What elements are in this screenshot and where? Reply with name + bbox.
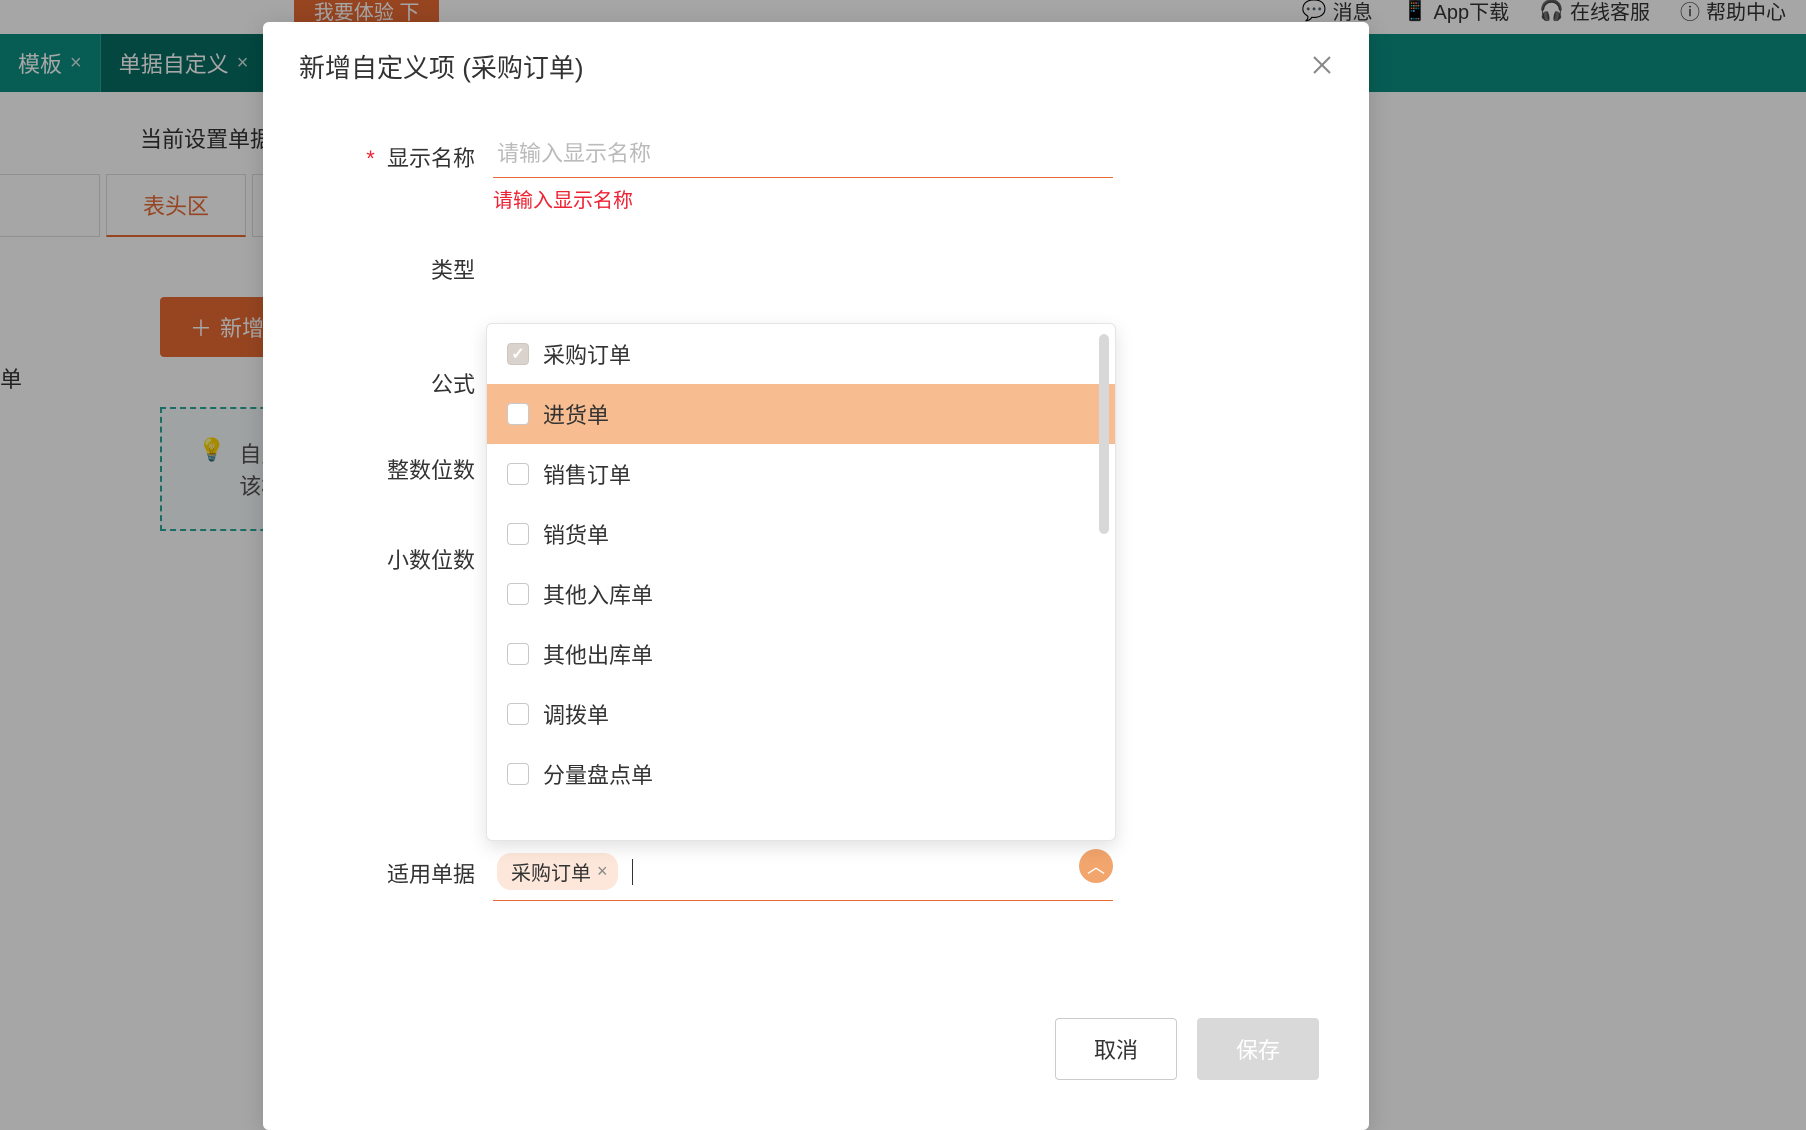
label-type: 类型 [323,243,493,285]
dropdown-option-purchase-order[interactable]: 采购订单 [487,324,1115,384]
label-formula: 公式 [323,357,493,399]
modal-title: 新增自定义项 (采购订单) [299,48,584,85]
dropdown-option-label: 销货单 [543,518,609,550]
dropdown-option-receiving[interactable]: 进货单 [487,384,1115,444]
dropdown-option-sales-order[interactable]: 销售订单 [487,444,1115,504]
scrollbar[interactable] [1099,334,1109,534]
label-int-digits: 整数位数 [323,443,493,485]
dropdown-option-other-out[interactable]: 其他出库单 [487,624,1115,684]
chevron-up-icon: ︿ [1087,853,1105,879]
label-dec-digits: 小数位数 [323,533,493,575]
dropdown-option-label: 分量盘点单 [543,758,653,790]
modal-close-button[interactable] [1311,53,1333,81]
label-apply-doc: 适用单据 [323,847,493,901]
dropdown-toggle[interactable]: ︿ [1079,849,1113,883]
tag-chip-purchase-order[interactable]: 采购订单 × [497,853,618,890]
checkbox-icon[interactable] [507,463,529,485]
dropdown-option-label: 其他入库单 [543,578,653,610]
dropdown-option-label: 其他出库单 [543,638,653,670]
checkbox-icon[interactable] [507,763,529,785]
field-apply-doc: 适用单据 采购订单 × ︿ [323,847,1239,901]
display-name-error: 请输入显示名称 [493,184,1113,213]
dropdown-option-transfer[interactable]: 调拨单 [487,684,1115,744]
save-button[interactable]: 保存 [1197,1018,1319,1080]
close-icon [1311,54,1333,76]
required-star: * [366,146,375,171]
dropdown-option-other-in[interactable]: 其他入库单 [487,564,1115,624]
modal-new-custom-field: 新增自定义项 (采购订单) * 显示名称 请输入显示名称 类型 公式 [263,22,1369,1130]
checkbox-checked-icon[interactable] [507,343,529,365]
checkbox-icon[interactable] [507,643,529,665]
modal-body: * 显示名称 请输入显示名称 类型 公式 整数位数 小数位数 [263,111,1369,988]
tag-remove-icon[interactable]: × [597,861,608,882]
cancel-button[interactable]: 取消 [1055,1018,1177,1080]
apply-doc-dropdown: 采购订单 进货单 销售订单 销货单 其他入库单 [486,323,1116,841]
display-name-input[interactable] [493,131,1113,178]
tag-chip-label: 采购订单 [511,857,591,886]
dropdown-option-label: 调拨单 [543,698,609,730]
dropdown-option-label: 采购订单 [543,338,631,370]
checkbox-icon[interactable] [507,523,529,545]
checkbox-icon[interactable] [507,403,529,425]
cancel-button-label: 取消 [1094,1038,1138,1063]
checkbox-icon[interactable] [507,703,529,725]
modal-header: 新增自定义项 (采购订单) [263,22,1369,111]
dropdown-option-sales-doc[interactable]: 销货单 [487,504,1115,564]
text-cursor [632,859,633,885]
dropdown-option-label: 进货单 [543,398,609,430]
field-type: 类型 [323,243,1309,285]
field-display-name: * 显示名称 请输入显示名称 [323,131,1309,213]
label-display-name-text: 显示名称 [387,146,475,171]
dropdown-option-label: 销售订单 [543,458,631,490]
label-display-name: * 显示名称 [323,131,493,173]
dropdown-option-partial-count[interactable]: 分量盘点单 [487,744,1115,804]
apply-doc-input[interactable]: 采购订单 × ︿ [493,847,1113,901]
checkbox-icon[interactable] [507,583,529,605]
save-button-label: 保存 [1236,1038,1280,1063]
modal-footer: 取消 保存 [263,988,1369,1130]
